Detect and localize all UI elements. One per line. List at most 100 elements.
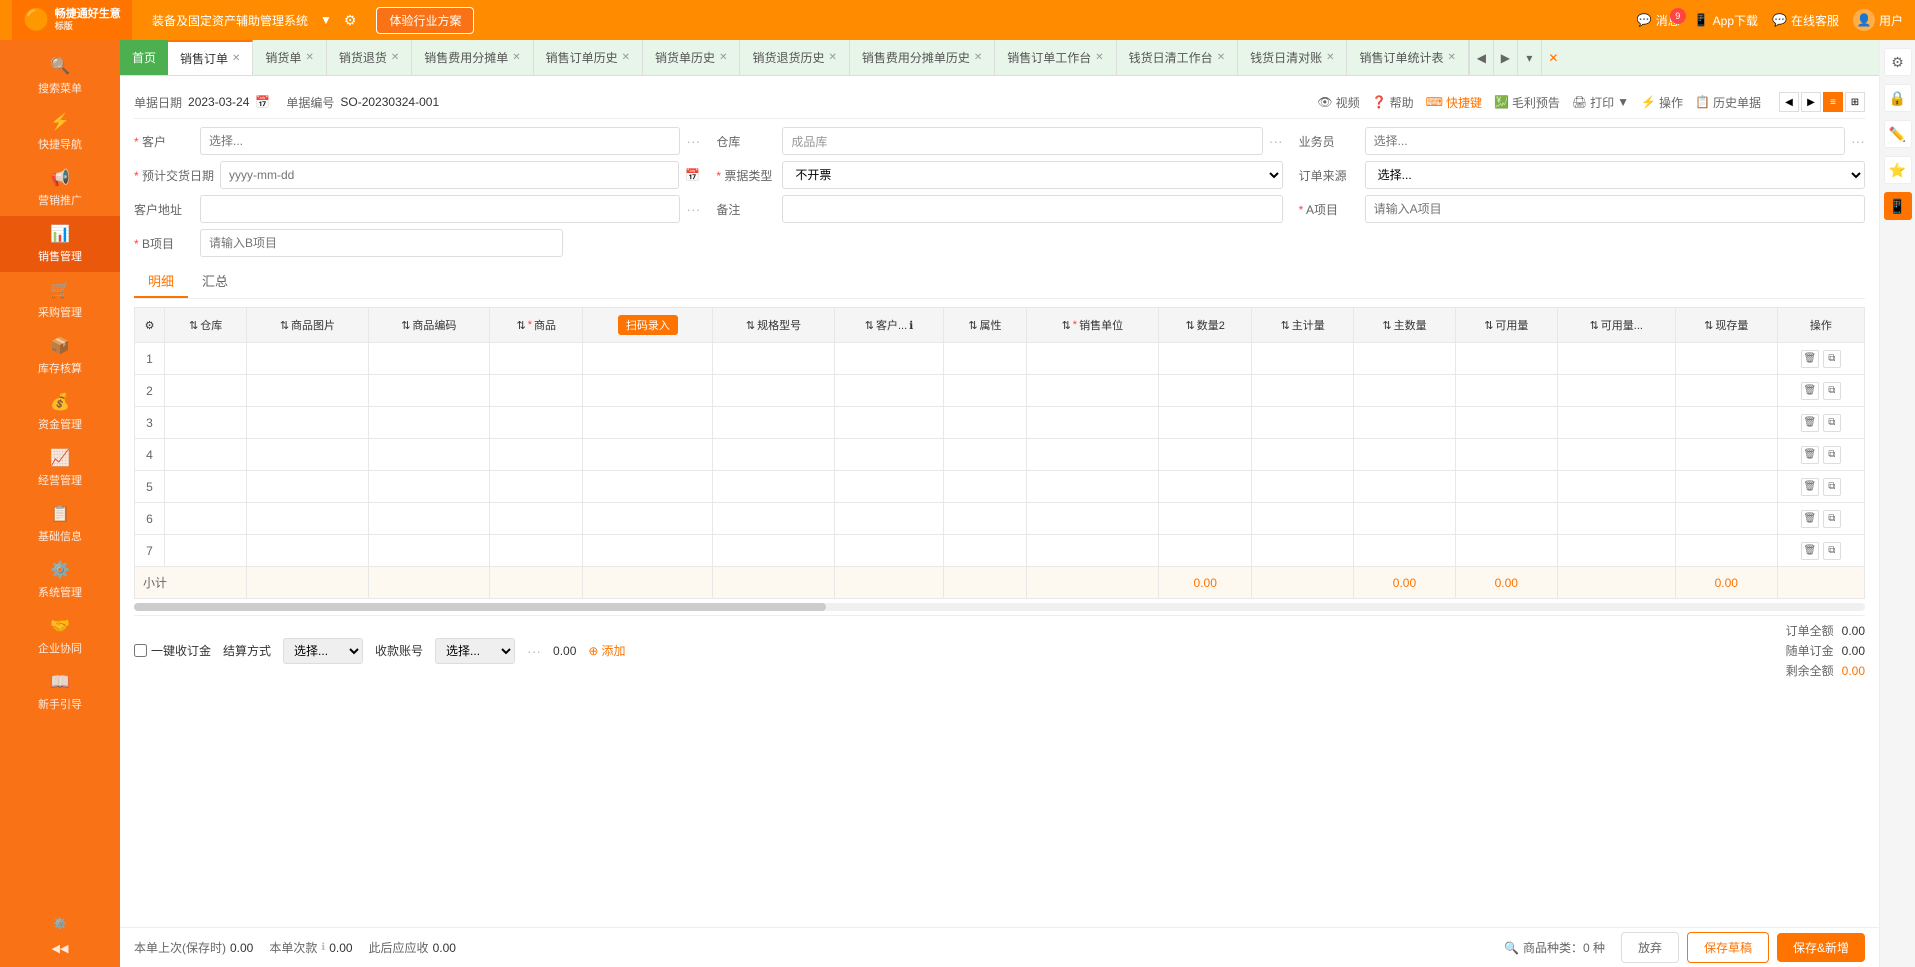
th-qty2[interactable]: ⇅ 数量2	[1159, 308, 1252, 343]
sidebar-item-enterprise[interactable]: 🤝 企业协同	[0, 608, 120, 664]
row-copy-3[interactable]: ⧉	[1823, 414, 1841, 432]
right-panel-lock-btn[interactable]: 🔒	[1884, 84, 1912, 112]
th-product[interactable]: ⇅ *商品	[490, 308, 583, 343]
row-copy-5[interactable]: ⧉	[1823, 478, 1841, 496]
one-click-checkbox[interactable]	[134, 644, 147, 657]
th-scan[interactable]: 扫码录入	[583, 308, 713, 343]
sidebar-item-sales[interactable]: 📊 销售管理	[0, 216, 120, 272]
sidebar-item-marketing[interactable]: 📢 营销推广	[0, 160, 120, 216]
address-more-btn[interactable]: ···	[686, 201, 700, 217]
profit-action[interactable]: 💹 毛利预告	[1494, 94, 1560, 111]
list-view-btn[interactable]: ◀	[1779, 92, 1799, 112]
row-delete-5[interactable]: 🗑	[1801, 478, 1819, 496]
right-panel-phone-btn[interactable]: 📱	[1884, 192, 1912, 220]
th-product-img[interactable]: ⇅ 商品图片	[247, 308, 368, 343]
tab-return-history[interactable]: 销货退货历史 ✕	[740, 40, 849, 76]
tab-order-stats[interactable]: 销售订单统计表 ✕	[1347, 40, 1468, 76]
salesperson-more-btn[interactable]: ···	[1851, 133, 1865, 149]
history-action[interactable]: 📋 历史单据	[1695, 94, 1761, 111]
settings-icon[interactable]: ⚙	[344, 12, 357, 29]
sidebar-item-guide[interactable]: 📖 新手引导	[0, 664, 120, 720]
settlement-select[interactable]: 选择...	[283, 638, 363, 664]
right-panel-settings-btn[interactable]: ⚙	[1884, 48, 1912, 76]
ticket-type-select[interactable]: 不开票 增值税普通发票 增值税专用发票	[782, 161, 1282, 189]
print-action[interactable]: 🖨 打印 ▼	[1572, 94, 1629, 111]
tab-close-dailyworkbench[interactable]: ✕	[1217, 52, 1225, 63]
remark-input[interactable]	[782, 195, 1282, 223]
row-delete-4[interactable]: 🗑	[1801, 446, 1819, 464]
grid-view-btn[interactable]: ▶	[1801, 92, 1821, 112]
operation-action[interactable]: ⚡ 操作	[1641, 94, 1683, 111]
tab-invoice[interactable]: 销货单 ✕	[253, 40, 326, 76]
tab-daily-reconcile[interactable]: 钱货日清对账 ✕	[1238, 40, 1347, 76]
save-new-button[interactable]: 保存&新增	[1777, 933, 1865, 962]
solution-button[interactable]: 体验行业方案	[376, 7, 474, 34]
order-source-select[interactable]: 选择...	[1365, 161, 1865, 189]
th-attribute[interactable]: ⇅ 属性	[944, 308, 1026, 343]
add-payment-btn[interactable]: ⊕ 添加	[588, 642, 625, 659]
tab-feesplit-history[interactable]: 销售费用分摊单历史 ✕	[850, 40, 995, 76]
table-scrollbar[interactable]	[134, 603, 1865, 611]
tab-home[interactable]: 首页	[120, 40, 168, 76]
th-warehouse[interactable]: ⇅ 仓库	[165, 308, 247, 343]
sidebar-item-operations[interactable]: 📈 经营管理	[0, 440, 120, 496]
shortcut-action[interactable]: ⌨ 快捷键	[1426, 94, 1482, 111]
delivery-date-input[interactable]	[220, 161, 679, 189]
tab-return[interactable]: 销货退货 ✕	[327, 40, 412, 76]
tab-daily-workbench[interactable]: 钱货日清工作台 ✕	[1117, 40, 1238, 76]
tab-close-dailyreconcile[interactable]: ✕	[1326, 52, 1334, 63]
project-b-input[interactable]	[200, 229, 563, 257]
tab-close-invoice[interactable]: ✕	[305, 52, 313, 63]
sidebar-item-purchase[interactable]: 🛒 采购管理	[0, 272, 120, 328]
scan-btn[interactable]: 扫码录入	[618, 315, 678, 335]
th-available-qty2[interactable]: ⇅ 可用量...	[1557, 308, 1675, 343]
tab-close-feesplithistory[interactable]: ✕	[974, 52, 982, 63]
tab-close-return[interactable]: ✕	[391, 52, 399, 63]
tab-close-feesplit[interactable]: ✕	[512, 52, 520, 63]
row-delete-3[interactable]: 🗑	[1801, 414, 1819, 432]
row-copy-7[interactable]: ⧉	[1823, 542, 1841, 560]
row-delete-7[interactable]: 🗑	[1801, 542, 1819, 560]
sidebar-item-search[interactable]: 🔍 搜索菜单	[0, 48, 120, 104]
row-delete-2[interactable]: 🗑	[1801, 382, 1819, 400]
user-item[interactable]: 👤 用户	[1853, 9, 1903, 31]
th-available-qty[interactable]: ⇅ 可用量	[1455, 308, 1557, 343]
sidebar-item-basic-info[interactable]: 📋 基础信息	[0, 496, 120, 552]
sidebar-collapse-btn[interactable]: ◀◀	[0, 938, 120, 959]
sidebar-item-finance[interactable]: 💰 资金管理	[0, 384, 120, 440]
tab-sales-order[interactable]: 销售订单 ✕	[168, 40, 253, 76]
th-unit[interactable]: ⇅ *销售单位	[1026, 308, 1159, 343]
help-action[interactable]: ❓ 帮助	[1372, 94, 1414, 111]
tab-close-all-btn[interactable]: ✕	[1541, 40, 1565, 76]
th-main-unit[interactable]: ⇅ 主计量	[1252, 308, 1354, 343]
row-delete-1[interactable]: 🗑	[1801, 350, 1819, 368]
tab-invoice-history[interactable]: 销货单历史 ✕	[643, 40, 740, 76]
th-current-qty[interactable]: ⇅ 现存量	[1675, 308, 1777, 343]
tab-order-workbench[interactable]: 销售订单工作台 ✕	[995, 40, 1116, 76]
tab-menu-btn[interactable]: ▾	[1517, 40, 1541, 76]
customer-input[interactable]	[200, 127, 680, 155]
sidebar-item-quicknav[interactable]: ⚡ 快捷导航	[0, 104, 120, 160]
customer-more-btn[interactable]: ···	[686, 133, 700, 149]
table-scroll-thumb[interactable]	[134, 603, 826, 611]
tab-close-orderworkbench[interactable]: ✕	[1095, 52, 1103, 63]
row-delete-6[interactable]: 🗑	[1801, 510, 1819, 528]
warehouse-more-btn[interactable]: ···	[1269, 133, 1283, 149]
address-input[interactable]	[200, 195, 680, 223]
th-spec[interactable]: ⇅ 规格型号	[713, 308, 834, 343]
salesperson-input[interactable]	[1365, 127, 1845, 155]
discard-button[interactable]: 放弃	[1621, 932, 1679, 963]
sidebar-settings-btn[interactable]: ⚙️	[0, 913, 120, 934]
tab-summary[interactable]: 汇总	[188, 265, 242, 298]
logo[interactable]: 🟠 畅捷通好生意 标版	[12, 0, 132, 40]
project-a-input[interactable]	[1365, 195, 1865, 223]
tab-fee-split[interactable]: 销售费用分摊单 ✕	[412, 40, 533, 76]
tab-next-btn[interactable]: ▶	[1493, 40, 1517, 76]
tab-close-sales-order[interactable]: ✕	[232, 53, 240, 64]
tab-order-history[interactable]: 销售订单历史 ✕	[534, 40, 643, 76]
online-service-item[interactable]: 💬 在线客服	[1772, 12, 1839, 29]
th-customer-code[interactable]: ⇅ 客户... ℹ	[834, 308, 944, 343]
app-download-item[interactable]: 📱 App下载	[1694, 12, 1758, 29]
row-copy-2[interactable]: ⧉	[1823, 382, 1841, 400]
delivery-calendar-icon[interactable]: 📅	[685, 168, 700, 182]
